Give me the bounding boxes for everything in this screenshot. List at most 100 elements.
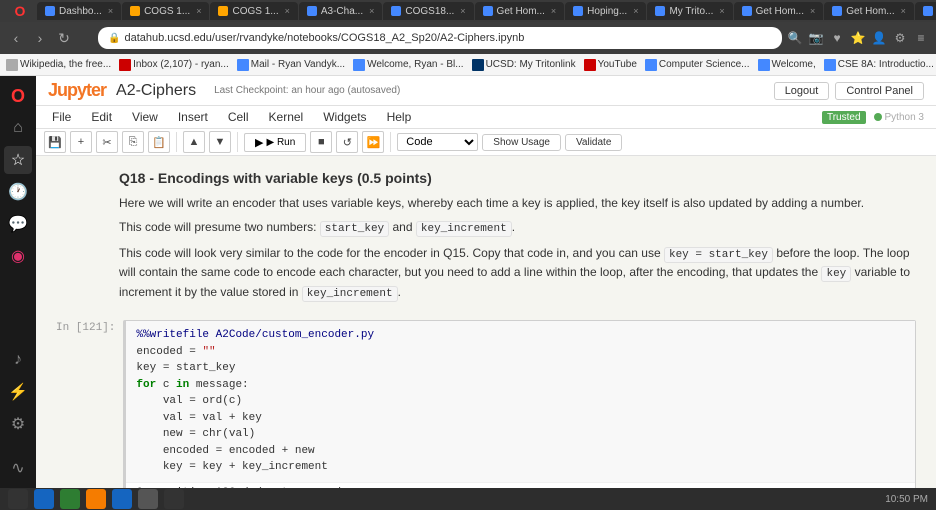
menu-widgets[interactable]: Widgets (319, 108, 370, 126)
bookmark-cse8a[interactable]: CSE 8A: Introductio... (824, 59, 934, 71)
show-usage-btn[interactable]: Show Usage (482, 134, 561, 151)
desc-text-3: This code will look very similar to the … (119, 244, 916, 303)
history-icon[interactable]: 🕐 (4, 178, 32, 206)
bm-favicon (824, 59, 836, 71)
menu-file[interactable]: File (48, 108, 75, 126)
tab-dashboard[interactable]: Dashbo... × (37, 2, 121, 20)
menu-edit[interactable]: Edit (87, 108, 116, 126)
taskbar-icon[interactable] (164, 489, 184, 509)
kernel-circle (874, 113, 882, 121)
cell-label-121: In [121]: (56, 320, 115, 488)
run-btn[interactable]: ▶ ▶ Run (244, 133, 306, 152)
bookmark-welcome2[interactable]: Welcome, (758, 59, 816, 71)
bookmark-wikipedia[interactable]: Wikipedia, the free... (6, 59, 111, 71)
profile-icon-btn[interactable]: 👤 (870, 29, 888, 47)
cut-btn[interactable]: ✂ (96, 131, 118, 153)
status-bar: 10:50 PM (0, 488, 936, 510)
bookmark-mail[interactable]: Mail - Ryan Vandyk... (237, 59, 345, 71)
settings-icon[interactable]: ⚙ (4, 410, 32, 438)
cell-type-selector[interactable]: Code Markdown Raw (397, 133, 478, 151)
addons-icon[interactable]: ⚡ (4, 378, 32, 406)
music-icon[interactable]: ♪ (4, 346, 32, 374)
tab-cogs1b[interactable]: COGS 1... × (210, 2, 297, 20)
heart-icon-btn[interactable]: ♥ (828, 29, 846, 47)
tab-mytrito[interactable]: My Trito... × (647, 2, 732, 20)
restart-run-btn[interactable]: ⏩ (362, 131, 384, 153)
address-bar[interactable]: 🔒 datahub.ucsd.edu/user/rvandyke/noteboo… (98, 27, 782, 49)
taskbar-icon[interactable] (60, 489, 80, 509)
menu-help[interactable]: Help (383, 108, 416, 126)
tab-close-btn[interactable]: × (551, 6, 556, 16)
paste-btn[interactable]: 📋 (148, 131, 170, 153)
code-content-1: %%writefile A2Code/custom_encoder.py enc… (126, 321, 915, 482)
tab-close-btn[interactable]: × (108, 6, 113, 16)
menu-btn[interactable]: ≡ (912, 29, 930, 47)
taskbar-icon[interactable] (34, 489, 54, 509)
logout-btn[interactable]: Logout (774, 82, 830, 100)
bookmarks-icon[interactable]: ☆ (4, 146, 32, 174)
tab-favicon (45, 6, 55, 16)
opera-logo: O (15, 3, 26, 19)
bookmark-add-btn[interactable]: ⭐ (849, 29, 867, 47)
code-input-1[interactable]: %%writefile A2Code/custom_encoder.py enc… (123, 320, 916, 488)
bookmark-ucsd[interactable]: UCSD: My Tritonlink (472, 59, 576, 71)
taskbar-icon[interactable] (86, 489, 106, 509)
save-btn[interactable]: 💾 (44, 131, 66, 153)
tab-gethom3[interactable]: Get Hom... × (824, 2, 914, 20)
back-btn[interactable]: ‹ (6, 28, 26, 48)
tab-close-btn[interactable]: × (369, 6, 374, 16)
cell-body-1: %%writefile A2Code/custom_encoder.py enc… (123, 320, 916, 488)
search-icon-btn[interactable]: 🔍 (786, 29, 804, 47)
tab-close-btn[interactable]: × (810, 6, 815, 16)
tab-cogs18[interactable]: COGS18... × (383, 2, 473, 20)
bm-favicon (472, 59, 484, 71)
home-icon[interactable]: ⌂ (4, 114, 32, 142)
move-up-btn[interactable]: ▲ (183, 131, 205, 153)
tab-gethom1[interactable]: Get Hom... × (475, 2, 565, 20)
tab-close-btn[interactable]: × (196, 6, 201, 16)
bookmark-inbox[interactable]: Inbox (2,107) - ryan... (119, 59, 229, 71)
control-panel-btn[interactable]: Control Panel (835, 82, 924, 100)
tab-hoping[interactable]: Hoping... × (565, 2, 646, 20)
tab-cogs1a[interactable]: COGS 1... × (122, 2, 209, 20)
menu-kernel[interactable]: Kernel (265, 108, 308, 126)
tab-label: A3-Cha... (321, 6, 363, 17)
tab-close-btn[interactable]: × (460, 6, 465, 16)
reload-btn[interactable]: ↻ (54, 28, 74, 48)
tab-close-btn[interactable]: × (719, 6, 724, 16)
tab-close-btn[interactable]: × (285, 6, 290, 16)
opera-icon[interactable]: O (4, 82, 32, 110)
extensions-btn[interactable]: ⚙ (891, 29, 909, 47)
taskbar-icon[interactable] (138, 489, 158, 509)
add-cell-btn[interactable]: + (70, 131, 92, 153)
forward-btn[interactable]: › (30, 28, 50, 48)
instagram-icon[interactable]: ◉ (4, 242, 32, 270)
opera-sidebar: O ⌂ ☆ 🕐 💬 ◉ ♪ ⚡ ⚙ ∿ (0, 76, 36, 488)
tab-a3cha[interactable]: A3-Cha... × (299, 2, 383, 20)
notebook-title[interactable]: A2-Ciphers (116, 82, 196, 100)
move-down-btn[interactable]: ▼ (209, 131, 231, 153)
tab-close-btn[interactable]: × (901, 6, 906, 16)
menu-cell[interactable]: Cell (224, 108, 253, 126)
menu-insert[interactable]: Insert (174, 108, 212, 126)
tab-get[interactable]: Get ... × (915, 2, 936, 20)
restart-btn[interactable]: ↺ (336, 131, 358, 153)
tab-close-btn[interactable]: × (633, 6, 638, 16)
menu-view[interactable]: View (128, 108, 162, 126)
camera-icon-btn[interactable]: 📷 (807, 29, 825, 47)
flow-icon[interactable]: ∿ (4, 454, 32, 482)
bookmark-welcome[interactable]: Welcome, Ryan - Bl... (353, 59, 464, 71)
interrupt-btn[interactable]: ■ (310, 131, 332, 153)
messenger-icon[interactable]: 💬 (4, 210, 32, 238)
validate-btn[interactable]: Validate (565, 134, 622, 151)
toolbar-sep1 (176, 132, 177, 152)
tab-label: My Trito... (669, 6, 713, 17)
tab-gethom2[interactable]: Get Hom... × (734, 2, 824, 20)
address-text: datahub.ucsd.edu/user/rvandyke/notebooks… (124, 32, 524, 44)
taskbar-icon[interactable] (112, 489, 132, 509)
copy-btn[interactable]: ⎘ (122, 131, 144, 153)
code-line: val = val + key (136, 410, 905, 427)
bookmark-youtube[interactable]: YouTube (584, 59, 637, 71)
taskbar-icon[interactable] (8, 489, 28, 509)
bookmark-cs[interactable]: Computer Science... (645, 59, 750, 71)
